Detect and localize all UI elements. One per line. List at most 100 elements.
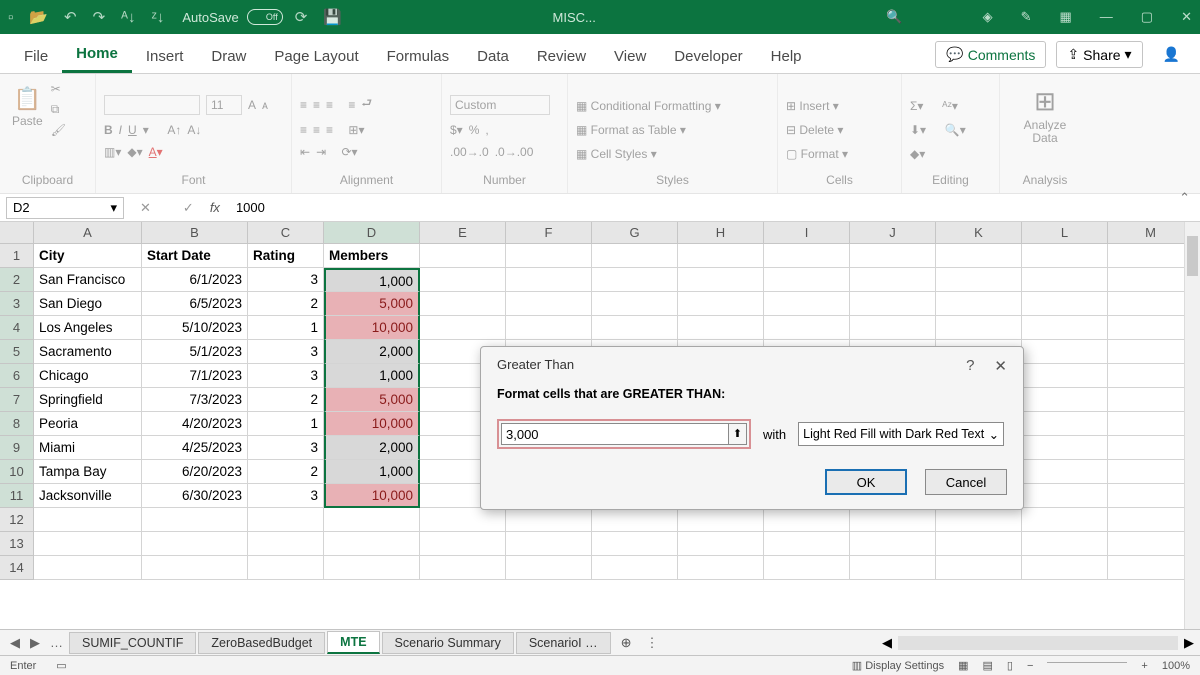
account-icon[interactable]: 👤	[1153, 41, 1190, 68]
cell[interactable]: Miami	[34, 436, 142, 460]
sheet-nav-prev-icon[interactable]: ◀	[6, 635, 24, 651]
cell[interactable]: 2,000	[324, 340, 420, 364]
cell[interactable]	[764, 532, 850, 556]
row-header[interactable]: 14	[0, 556, 34, 580]
cancel-formula-icon[interactable]: ✕	[140, 200, 151, 216]
tab-draw[interactable]: Draw	[197, 40, 260, 73]
search-icon[interactable]: 🔍	[886, 9, 902, 25]
open-icon[interactable]: 📂	[29, 8, 48, 26]
cell[interactable]: 5/1/2023	[142, 340, 248, 364]
row-header[interactable]: 6	[0, 364, 34, 388]
cell[interactable]	[592, 268, 678, 292]
row-header[interactable]: 2	[0, 268, 34, 292]
ok-button[interactable]: OK	[825, 469, 907, 495]
conditional-formatting[interactable]: ▦ Conditional Formatting ▾	[576, 99, 721, 113]
row-header[interactable]: 3	[0, 292, 34, 316]
autosave-toggle[interactable]: AutoSave Off	[182, 9, 282, 25]
cell[interactable]	[248, 532, 324, 556]
refresh-icon[interactable]: ⟳	[295, 8, 308, 26]
formula-input[interactable]	[230, 197, 1200, 219]
cell[interactable]	[850, 268, 936, 292]
tab-help[interactable]: Help	[757, 40, 816, 73]
row-header[interactable]: 8	[0, 412, 34, 436]
cell[interactable]	[1022, 460, 1108, 484]
cell[interactable]: 7/3/2023	[142, 388, 248, 412]
cell[interactable]: 2,000	[324, 436, 420, 460]
cell[interactable]	[1108, 268, 1194, 292]
cell[interactable]	[850, 244, 936, 268]
cell[interactable]	[764, 268, 850, 292]
cell[interactable]	[420, 268, 506, 292]
cell[interactable]	[936, 268, 1022, 292]
cell[interactable]	[1022, 436, 1108, 460]
pen-icon[interactable]: ✎	[1021, 9, 1032, 25]
cell[interactable]	[1022, 316, 1108, 340]
minimize-icon[interactable]: —	[1100, 9, 1113, 25]
cell[interactable]: 3	[248, 436, 324, 460]
cell[interactable]	[1108, 508, 1194, 532]
cell[interactable]	[592, 244, 678, 268]
cell[interactable]	[764, 292, 850, 316]
analyze-data-button[interactable]: ⊞Analyze Data	[1008, 82, 1082, 149]
zoom-slider[interactable]	[1047, 662, 1127, 663]
cell[interactable]	[936, 292, 1022, 316]
cell[interactable]: San Diego	[34, 292, 142, 316]
cell[interactable]: 6/5/2023	[142, 292, 248, 316]
cell[interactable]: 3	[248, 340, 324, 364]
cell[interactable]: 2	[248, 292, 324, 316]
cell[interactable]	[1108, 436, 1194, 460]
cell[interactable]: 5,000	[324, 388, 420, 412]
copy-icon[interactable]: ⧉	[51, 102, 66, 117]
cell[interactable]	[1108, 340, 1194, 364]
vertical-scrollbar[interactable]	[1184, 222, 1200, 629]
cell[interactable]	[850, 292, 936, 316]
cell[interactable]	[1108, 292, 1194, 316]
cell[interactable]: 4/25/2023	[142, 436, 248, 460]
row-header[interactable]: 12	[0, 508, 34, 532]
cell[interactable]	[936, 508, 1022, 532]
cell[interactable]	[1108, 244, 1194, 268]
paste-button[interactable]: 📋Paste	[8, 82, 47, 132]
cell[interactable]: Sacramento	[34, 340, 142, 364]
cell[interactable]	[678, 292, 764, 316]
cell[interactable]	[248, 508, 324, 532]
zoom-level[interactable]: 100%	[1162, 660, 1190, 672]
cell[interactable]	[506, 316, 592, 340]
cell[interactable]: 1	[248, 316, 324, 340]
col-header-A[interactable]: A	[34, 222, 142, 244]
greater-than-value-input[interactable]	[501, 423, 729, 445]
cell[interactable]	[420, 316, 506, 340]
display-settings[interactable]: ▥ Display Settings	[852, 659, 944, 672]
cell[interactable]	[506, 292, 592, 316]
row-header[interactable]: 5	[0, 340, 34, 364]
cell[interactable]	[592, 292, 678, 316]
tab-formulas[interactable]: Formulas	[373, 40, 464, 73]
cell[interactable]	[1022, 268, 1108, 292]
cell[interactable]	[1022, 340, 1108, 364]
sheet-tab-mte[interactable]: MTE	[327, 631, 379, 654]
cell[interactable]	[248, 556, 324, 580]
cell[interactable]	[1108, 484, 1194, 508]
undo-icon[interactable]: ↶	[64, 8, 77, 26]
col-header-I[interactable]: I	[764, 222, 850, 244]
diamond-icon[interactable]: ◈	[983, 9, 993, 25]
cell[interactable]: 6/1/2023	[142, 268, 248, 292]
cell[interactable]: Members	[324, 244, 420, 268]
cell[interactable]	[678, 508, 764, 532]
cell[interactable]	[420, 292, 506, 316]
cell[interactable]: Peoria	[34, 412, 142, 436]
sort-icon[interactable]: ᴬ↓	[121, 9, 135, 26]
insert-cells[interactable]: ⊞ Insert ▾	[786, 99, 839, 113]
cell[interactable]: 5/10/2023	[142, 316, 248, 340]
col-header-G[interactable]: G	[592, 222, 678, 244]
save-icon[interactable]: 💾	[323, 8, 342, 26]
cell[interactable]	[34, 556, 142, 580]
cell[interactable]	[936, 556, 1022, 580]
cell[interactable]	[764, 508, 850, 532]
cell[interactable]: City	[34, 244, 142, 268]
row-header[interactable]: 11	[0, 484, 34, 508]
cell[interactable]	[420, 556, 506, 580]
cell[interactable]	[936, 316, 1022, 340]
tab-file[interactable]: File	[10, 40, 62, 73]
cell[interactable]: 1,000	[324, 364, 420, 388]
